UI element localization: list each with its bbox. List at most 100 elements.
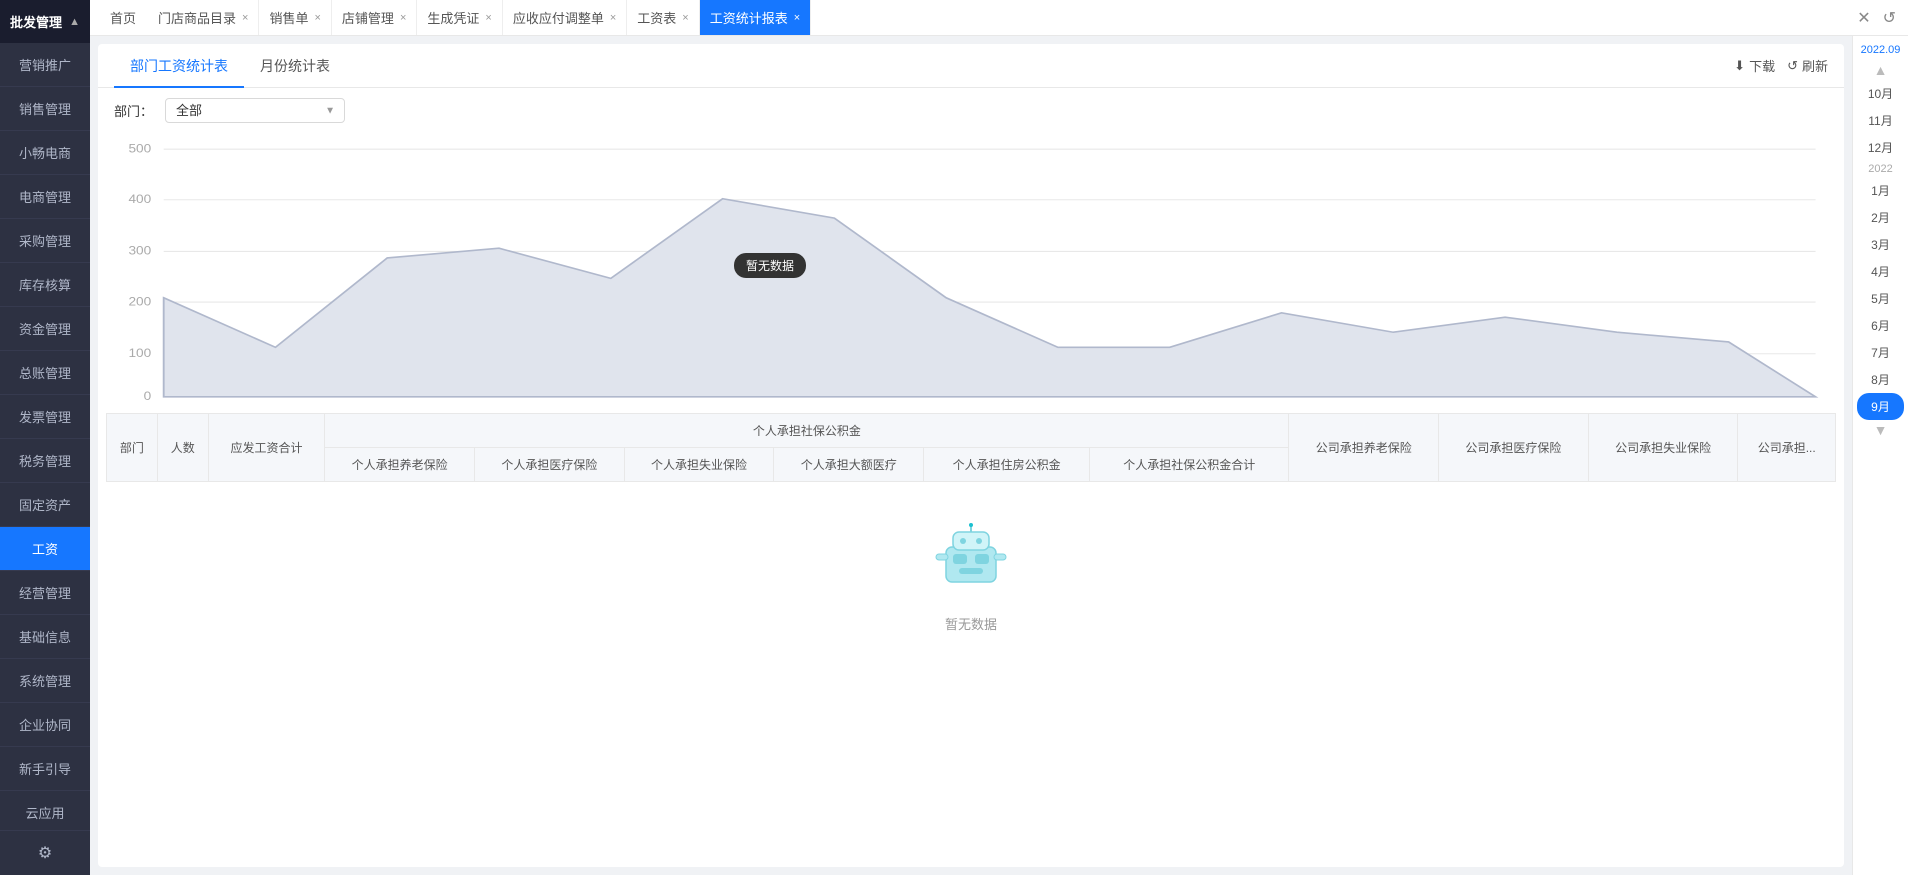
sidebar-item-销售管理[interactable]: 销售管理	[0, 87, 90, 131]
tab-refresh-icon[interactable]: ↺	[1879, 8, 1900, 28]
cal-year-header[interactable]: 2022.09	[1861, 40, 1901, 60]
content-area: 部门工资统计表 月份统计表 ⬇ 下载 ↺ 刷新 部门：	[98, 44, 1844, 867]
sub-tab-dept[interactable]: 部门工资统计表	[114, 44, 244, 88]
cal-month-9[interactable]: 9月	[1857, 393, 1904, 420]
cal-month-11[interactable]: 11月	[1853, 107, 1908, 134]
sub-tabs-actions: ⬇ 下载 ↺ 刷新	[1734, 56, 1828, 75]
sidebar: 批发管理 ▲ 营销推广销售管理小畅电商电商管理采购管理库存核算资金管理总账管理发…	[0, 0, 90, 875]
sidebar-collapse-icon[interactable]: ▲	[69, 16, 80, 28]
sidebar-item-固定资产[interactable]: 固定资产	[0, 483, 90, 527]
tab-应收应付调整单[interactable]: 应收应付调整单×	[503, 0, 627, 36]
sidebar-menu: 营销推广销售管理小畅电商电商管理采购管理库存核算资金管理总账管理发票管理税务管理…	[0, 43, 90, 830]
th-people: 人数	[157, 414, 208, 482]
cal-month-2[interactable]: 2月	[1853, 204, 1908, 231]
sidebar-item-电商管理[interactable]: 电商管理	[0, 175, 90, 219]
tab-店铺管理[interactable]: 店铺管理×	[332, 0, 417, 36]
th-total-wage: 应发工资合计	[208, 414, 325, 482]
side-calendar: 2022.09 ▲ 10月 11月 12月 2022 1月 2月 3月 4月 5…	[1852, 36, 1908, 875]
dept-filter-label: 部门：	[114, 101, 153, 120]
sidebar-item-税务管理[interactable]: 税务管理	[0, 439, 90, 483]
svg-text:500: 500	[128, 141, 151, 155]
chart-svg: 500 400 300 200 100 0	[114, 133, 1828, 413]
refresh-icon: ↺	[1787, 58, 1798, 74]
cal-month-10[interactable]: 10月	[1853, 80, 1908, 107]
th-personal-major-medical: 个人承担大额医疗	[774, 448, 924, 482]
tab-工资表[interactable]: 工资表×	[627, 0, 699, 36]
svg-text:300: 300	[128, 244, 151, 258]
cal-year-2022: 2022	[1868, 161, 1892, 177]
svg-text:200: 200	[128, 294, 151, 308]
sidebar-title: 批发管理	[10, 12, 62, 31]
dept-filter-wrapper: 全部	[165, 98, 345, 123]
svg-text:0: 0	[144, 389, 152, 403]
cal-month-7[interactable]: 7月	[1853, 339, 1908, 366]
cal-month-3[interactable]: 3月	[1853, 231, 1908, 258]
tab-home[interactable]: 首页	[98, 8, 148, 27]
sub-tab-month[interactable]: 月份统计表	[244, 44, 346, 88]
th-company-unemployment: 公司承担失业保险	[1588, 414, 1738, 482]
tab-工资统计报表[interactable]: 工资统计报表×	[700, 0, 811, 36]
table-area[interactable]: 部门 人数 应发工资合计 个人承担社保公积金 公司承担养老保险 公司承担医疗保险…	[106, 413, 1836, 867]
sidebar-item-资金管理[interactable]: 资金管理	[0, 307, 90, 351]
tab-bar-end: ✕ ↺	[1853, 8, 1900, 28]
svg-text:400: 400	[128, 192, 151, 206]
tab-门店商品目录[interactable]: 门店商品目录×	[148, 0, 259, 36]
empty-robot-icon	[931, 522, 1011, 602]
cal-month-5[interactable]: 5月	[1853, 285, 1908, 312]
download-button[interactable]: ⬇ 下载	[1734, 56, 1775, 75]
cal-arrow-down[interactable]: ▼	[1874, 420, 1888, 440]
tab-close-icon[interactable]: ×	[794, 12, 800, 24]
cal-month-8[interactable]: 8月	[1853, 366, 1908, 393]
th-personal-medical: 个人承担医疗保险	[475, 448, 625, 482]
sidebar-item-营销推广[interactable]: 营销推广	[0, 43, 90, 87]
th-group-personal: 个人承担社保公积金	[325, 414, 1289, 448]
tab-生成凭证[interactable]: 生成凭证×	[417, 0, 502, 36]
main-area: 首页 门店商品目录×销售单×店铺管理×生成凭证×应收应付调整单×工资表×工资统计…	[90, 0, 1908, 875]
tab-close-icon[interactable]: ×	[242, 12, 248, 24]
settings-icon[interactable]: ⚙	[38, 845, 52, 862]
cal-month-1[interactable]: 1月	[1853, 177, 1908, 204]
th-personal-unemployment: 个人承担失业保险	[624, 448, 774, 482]
sidebar-item-小畅电商[interactable]: 小畅电商	[0, 131, 90, 175]
tab-close-all-icon[interactable]: ✕	[1853, 8, 1874, 28]
th-personal-housing: 个人承担住房公积金	[924, 448, 1090, 482]
sidebar-item-采购管理[interactable]: 采购管理	[0, 219, 90, 263]
dept-filter-select[interactable]: 全部	[165, 98, 345, 123]
th-personal-total: 个人承担社保公积金合计	[1090, 448, 1289, 482]
tab-close-icon[interactable]: ×	[314, 12, 320, 24]
sidebar-item-系统管理[interactable]: 系统管理	[0, 659, 90, 703]
sidebar-item-工资[interactable]: 工资	[0, 527, 90, 571]
th-company-pension: 公司承担养老保险	[1289, 414, 1439, 482]
sidebar-item-库存核算[interactable]: 库存核算	[0, 263, 90, 307]
cal-arrow-up[interactable]: ▲	[1874, 60, 1888, 80]
filter-bar: 部门： 全部	[98, 88, 1844, 133]
th-company-medical: 公司承担医疗保险	[1439, 414, 1589, 482]
tab-close-icon[interactable]: ×	[682, 12, 688, 24]
cal-month-12[interactable]: 12月	[1853, 134, 1908, 161]
tab-close-icon[interactable]: ×	[485, 12, 491, 24]
th-personal-pension: 个人承担养老保险	[325, 448, 475, 482]
th-dept: 部门	[107, 414, 158, 482]
cal-month-6[interactable]: 6月	[1853, 312, 1908, 339]
sidebar-item-总账管理[interactable]: 总账管理	[0, 351, 90, 395]
chart-container: 500 400 300 200 100 0	[114, 133, 1828, 413]
empty-text: 暂无数据	[945, 614, 997, 633]
sidebar-item-基础信息[interactable]: 基础信息	[0, 615, 90, 659]
sidebar-item-经营管理[interactable]: 经营管理	[0, 571, 90, 615]
sub-tabs: 部门工资统计表 月份统计表 ⬇ 下载 ↺ 刷新	[98, 44, 1844, 88]
sidebar-header[interactable]: 批发管理 ▲	[0, 0, 90, 43]
cal-month-4[interactable]: 4月	[1853, 258, 1908, 285]
refresh-button[interactable]: ↺ 刷新	[1787, 56, 1828, 75]
th-company-more: 公司承担...	[1738, 414, 1836, 482]
tab-close-icon[interactable]: ×	[610, 12, 616, 24]
sidebar-item-云应用[interactable]: 云应用	[0, 791, 90, 830]
sidebar-item-新手引导[interactable]: 新手引导	[0, 747, 90, 791]
download-icon: ⬇	[1734, 58, 1745, 74]
tab-销售单[interactable]: 销售单×	[259, 0, 331, 36]
chart-wrapper: 500 400 300 200 100 0	[98, 133, 1844, 413]
svg-text:100: 100	[128, 346, 151, 360]
sidebar-item-发票管理[interactable]: 发票管理	[0, 395, 90, 439]
tab-close-icon[interactable]: ×	[400, 12, 406, 24]
sidebar-item-企业协同[interactable]: 企业协同	[0, 703, 90, 747]
empty-state: 暂无数据	[106, 482, 1836, 673]
